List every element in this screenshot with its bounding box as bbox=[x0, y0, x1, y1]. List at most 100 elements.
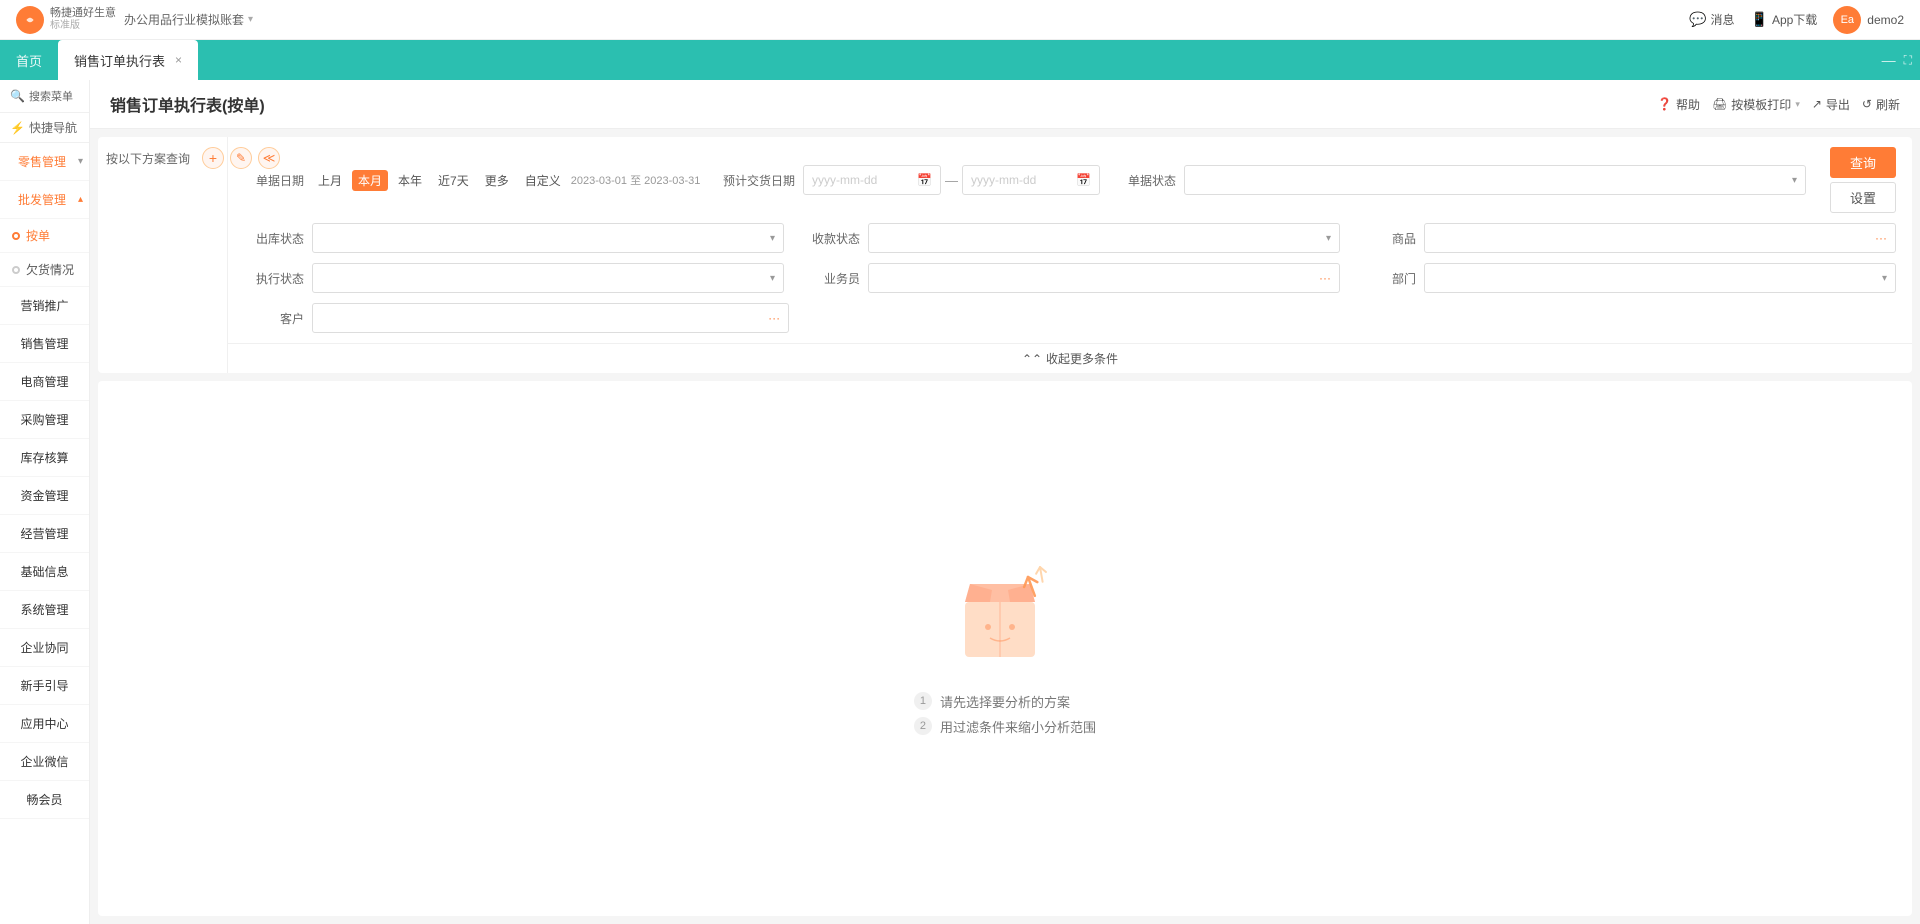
goods-select[interactable]: ··· bbox=[1424, 223, 1896, 253]
empty-illustration bbox=[940, 562, 1070, 672]
sidebar-item-sales[interactable]: 销售管理 bbox=[0, 325, 89, 363]
sidebar-item-member[interactable]: 畅会员 bbox=[0, 781, 89, 819]
filter-area-inner: 按以下方案查询 + ✎ ≪ bbox=[98, 137, 1912, 373]
sidebar-item-enterprise-collab[interactable]: 企业协同 bbox=[0, 629, 89, 667]
date-tab-this-year[interactable]: 本年 bbox=[392, 170, 428, 191]
sidebar-item-system[interactable]: 系统管理 bbox=[0, 591, 89, 629]
export-icon: ↗ bbox=[1812, 97, 1822, 111]
app-download-button[interactable]: 📱 App下载 bbox=[1751, 11, 1818, 28]
search-icon: 🔍 bbox=[10, 89, 25, 103]
breadcrumb-arrow-icon: ▾ bbox=[248, 14, 253, 25]
sidebar: 🔍 搜索菜单 ⚡ 快捷导航 零售管理 ▾ 批发管理 ▴ 按单 欠货情况 营销推广 bbox=[0, 80, 90, 924]
filter-left-nav: 按以下方案查询 + ✎ ≪ bbox=[98, 137, 228, 373]
status-dropdown-arrow-icon: ▾ bbox=[1792, 175, 1797, 186]
refresh-button[interactable]: ↺ 刷新 bbox=[1862, 96, 1900, 113]
filter-rows: 单据日期 上月 本月 本年 近7天 更多 自定义 2023-03-01 至 20… bbox=[228, 137, 1912, 343]
filter-add-button[interactable]: + bbox=[202, 147, 224, 169]
breadcrumb[interactable]: 办公用品行业模拟账套 ▾ bbox=[124, 11, 253, 28]
empty-steps: 1 请先选择要分析的方案 2 用过滤条件来缩小分析范围 bbox=[914, 692, 1096, 736]
collapse-icon: ⌃⌃ bbox=[1022, 352, 1042, 366]
sidebar-item-inventory[interactable]: 库存核算 bbox=[0, 439, 89, 477]
filter-field-exec-status: 执行状态 ▾ bbox=[244, 263, 784, 293]
print-template-button[interactable]: 🖨 按模板打印 ▾ bbox=[1712, 96, 1800, 113]
sidebar-quick-nav[interactable]: ⚡ 快捷导航 bbox=[0, 113, 89, 143]
status-label: 单据状态 bbox=[1116, 172, 1176, 189]
logo-area: 畅捷通好生意 标准版 bbox=[16, 6, 116, 34]
date-tab-this-month[interactable]: 本月 bbox=[352, 170, 388, 191]
settings-button[interactable]: 设置 bbox=[1830, 182, 1896, 213]
sidebar-item-wholesale[interactable]: 批发管理 ▴ bbox=[0, 181, 89, 219]
payment-status-select[interactable]: ▾ bbox=[868, 223, 1340, 253]
customer-select[interactable]: ··· bbox=[312, 303, 789, 333]
date-tab-last-month[interactable]: 上月 bbox=[312, 170, 348, 191]
filter-field-doc-status: 单据状态 ▾ bbox=[1116, 165, 1806, 195]
export-button[interactable]: ↗ 导出 bbox=[1812, 96, 1850, 113]
tab-sales-order[interactable]: 销售订单执行表 × bbox=[58, 40, 198, 80]
tab-close-icon[interactable]: × bbox=[175, 53, 182, 67]
sidebar-sub-item-by-order[interactable]: 按单 bbox=[0, 219, 89, 253]
tab-maximize-icon[interactable]: ⛶ bbox=[1904, 53, 1912, 68]
salesperson-select[interactable]: ··· bbox=[868, 263, 1340, 293]
filter-field-date: 单据日期 上月 本月 本年 近7天 更多 自定义 2023-03-01 至 20… bbox=[244, 170, 704, 191]
user-menu-button[interactable]: Ea demo2 bbox=[1833, 6, 1904, 34]
tab-bar: 首页 销售订单执行表 × — ⛶ bbox=[0, 40, 1920, 80]
sidebar-search[interactable]: 🔍 搜索菜单 bbox=[0, 80, 89, 113]
salesperson-more-icon[interactable]: ··· bbox=[1319, 271, 1331, 285]
retail-arrow-icon: ▾ bbox=[78, 156, 83, 167]
sidebar-item-ecommerce[interactable]: 电商管理 bbox=[0, 363, 89, 401]
expected-date-end-input[interactable]: yyyy-mm-dd 📅 bbox=[962, 165, 1100, 195]
tab-minimize-icon[interactable]: — bbox=[1882, 52, 1896, 68]
date-tab-custom[interactable]: 自定义 bbox=[519, 170, 567, 191]
expected-date-start-input[interactable]: yyyy-mm-dd 📅 bbox=[803, 165, 941, 195]
tab-home[interactable]: 首页 bbox=[0, 40, 58, 80]
date-tab-7days[interactable]: 近7天 bbox=[432, 170, 475, 191]
date-dash: — bbox=[945, 173, 958, 188]
date-filter-group: 上月 本月 本年 近7天 更多 自定义 2023-03-01 至 2023-03… bbox=[312, 170, 700, 191]
help-button[interactable]: ❓ 帮助 bbox=[1657, 96, 1700, 113]
dept-select[interactable]: ▾ bbox=[1424, 263, 1896, 293]
sub-dot-active-icon bbox=[12, 232, 20, 240]
message-button[interactable]: 💬 消息 bbox=[1689, 11, 1734, 28]
step-2-num: 2 bbox=[914, 717, 932, 735]
sidebar-item-basic-info[interactable]: 基础信息 bbox=[0, 553, 89, 591]
sidebar-sub-item-shortage[interactable]: 欠货情况 bbox=[0, 253, 89, 287]
quick-nav-icon: ⚡ bbox=[10, 121, 25, 135]
main-layout: 🔍 搜索菜单 ⚡ 快捷导航 零售管理 ▾ 批发管理 ▴ 按单 欠货情况 营销推广 bbox=[0, 80, 1920, 924]
sidebar-item-marketing[interactable]: 营销推广 bbox=[0, 287, 89, 325]
sidebar-item-finance[interactable]: 资金管理 bbox=[0, 477, 89, 515]
sidebar-item-operations[interactable]: 经营管理 bbox=[0, 515, 89, 553]
filter-field-delivery-status: 出库状态 ▾ bbox=[244, 223, 784, 253]
customer-label: 客户 bbox=[244, 310, 304, 327]
message-icon: 💬 bbox=[1689, 11, 1706, 28]
status-select[interactable]: ▾ bbox=[1184, 165, 1806, 195]
goods-more-icon[interactable]: ··· bbox=[1875, 231, 1887, 245]
page-title: 销售订单执行表(按单) bbox=[110, 92, 265, 128]
page-header: 销售订单执行表(按单) ❓ 帮助 🖨 按模板打印 ▾ ↗ 导出 ↺ 刷新 bbox=[90, 80, 1920, 129]
empty-step-1: 1 请先选择要分析的方案 bbox=[914, 692, 1096, 711]
filter-top: 按以下方案查询 + ✎ ≪ bbox=[106, 147, 219, 177]
filter-row-1: 单据日期 上月 本月 本年 近7天 更多 自定义 2023-03-01 至 20… bbox=[244, 147, 1896, 213]
print-dropdown-arrow-icon: ▾ bbox=[1795, 99, 1800, 110]
filter-field-salesperson: 业务员 ··· bbox=[800, 263, 1340, 293]
sidebar-item-onboarding[interactable]: 新手引导 bbox=[0, 667, 89, 705]
sub-dot-outline-icon bbox=[12, 266, 20, 274]
step-1-num: 1 bbox=[914, 692, 932, 710]
filter-panel: 按以下方案查询 + ✎ ≪ bbox=[98, 137, 1912, 373]
sidebar-item-enterprise-wechat[interactable]: 企业微信 bbox=[0, 743, 89, 781]
delivery-dropdown-arrow-icon: ▾ bbox=[770, 233, 775, 244]
delivery-status-select[interactable]: ▾ bbox=[312, 223, 784, 253]
salesperson-label: 业务员 bbox=[800, 270, 860, 287]
header-left: 畅捷通好生意 标准版 办公用品行业模拟账套 ▾ bbox=[16, 6, 253, 34]
customer-more-icon[interactable]: ··· bbox=[768, 311, 780, 325]
date-tab-more[interactable]: 更多 bbox=[479, 170, 515, 191]
sidebar-item-app-center[interactable]: 应用中心 bbox=[0, 705, 89, 743]
download-icon: 📱 bbox=[1751, 11, 1768, 28]
exec-status-select[interactable]: ▾ bbox=[312, 263, 784, 293]
sidebar-item-purchase[interactable]: 采购管理 bbox=[0, 401, 89, 439]
dept-label: 部门 bbox=[1356, 270, 1416, 287]
query-button[interactable]: 查询 bbox=[1830, 147, 1896, 178]
calendar-end-icon: 📅 bbox=[1076, 173, 1091, 187]
sidebar-item-retail[interactable]: 零售管理 ▾ bbox=[0, 143, 89, 181]
payment-status-label: 收款状态 bbox=[800, 230, 860, 247]
collapse-more-button[interactable]: ⌃⌃ 收起更多条件 bbox=[228, 343, 1912, 373]
